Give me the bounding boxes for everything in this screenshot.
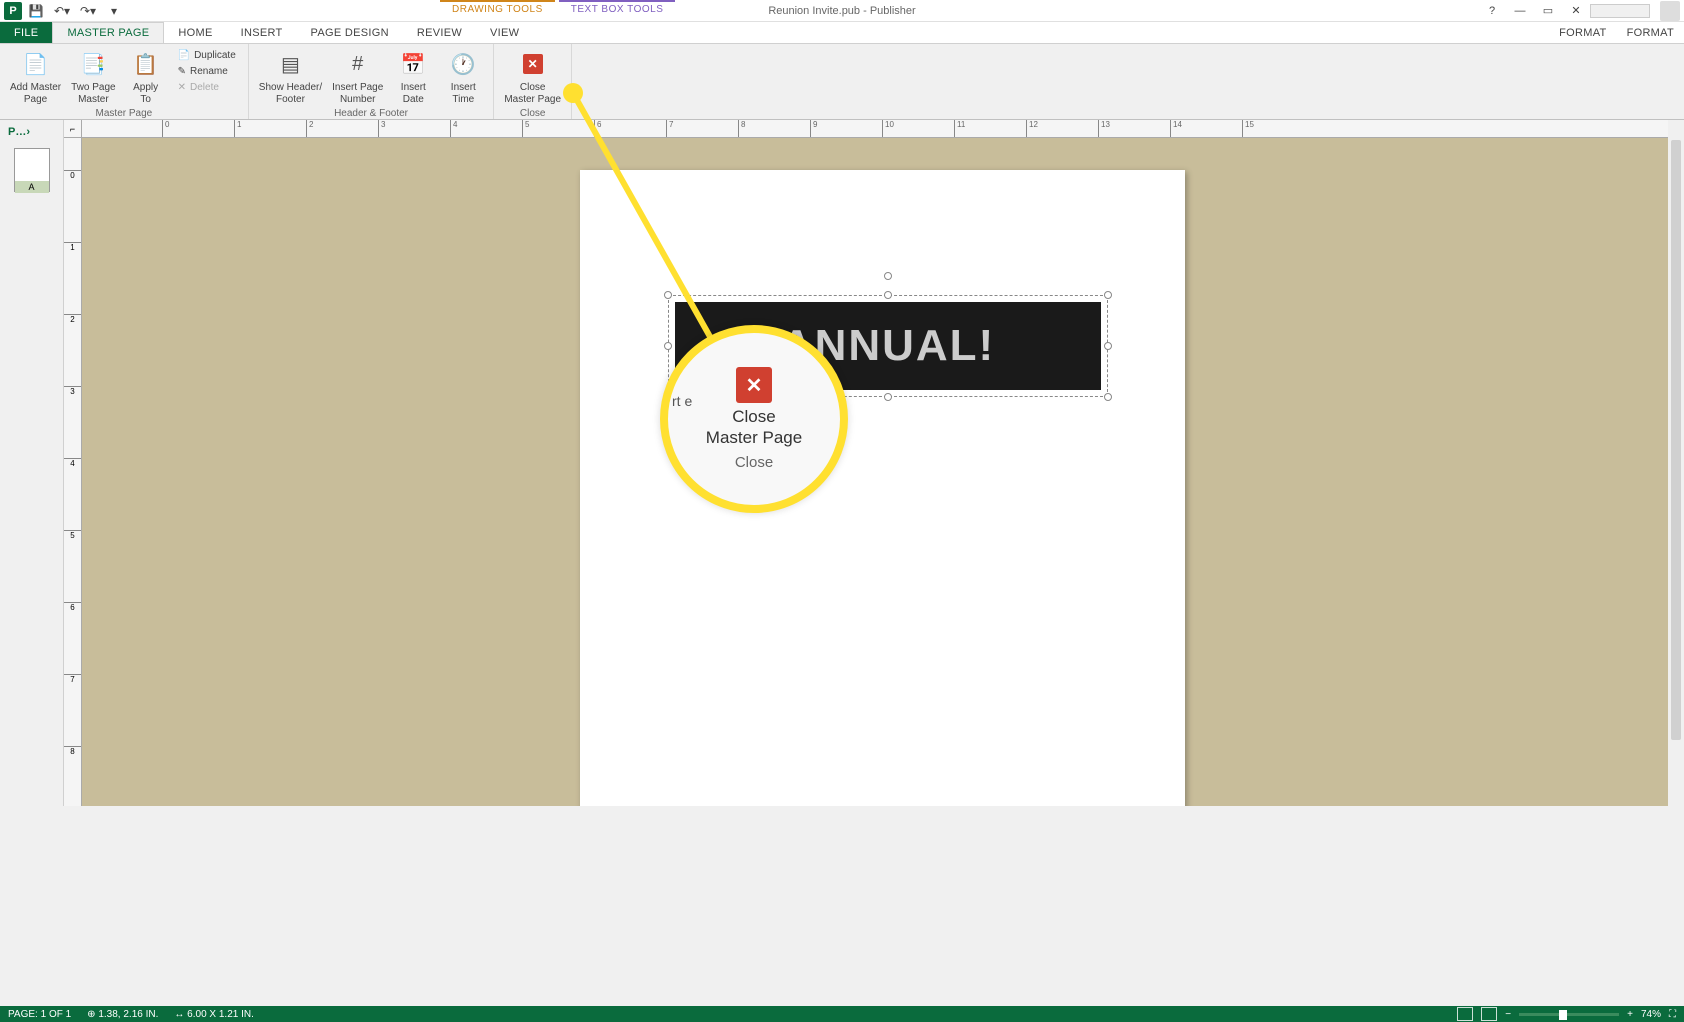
home-tab[interactable]: HOME (164, 22, 226, 43)
show-header-footer-button[interactable]: ▤ Show Header/ Footer (255, 46, 326, 108)
page[interactable]: ANNUAL! (580, 170, 1185, 955)
ribbon-group-header-footer: ▤ Show Header/ Footer # Insert Page Numb… (249, 44, 495, 119)
header-footer-icon: ▤ (274, 48, 306, 80)
ribbon-group-close: ✕ Close Master Page Close (494, 44, 572, 119)
callout-group-label: Close (735, 454, 773, 471)
resize-handle[interactable] (884, 291, 892, 299)
main-area: P… › A ⌐ 0123456789101112131415 01234567… (0, 120, 1684, 1006)
zoom-slider[interactable] (1519, 1013, 1619, 1016)
status-bar: PAGE: 1 OF 1 ⊕ 1.38, 2.16 IN. ↔ 6.00 X 1… (0, 1006, 1684, 1022)
page-design-tab[interactable]: PAGE DESIGN (297, 22, 403, 43)
vertical-ruler[interactable]: 012345678910 (64, 138, 82, 1006)
review-tab[interactable]: REVIEW (403, 22, 476, 43)
delete-button: ✕ Delete (174, 80, 240, 95)
close-window-button[interactable]: ✕ (1562, 1, 1590, 21)
horizontal-scrollbar[interactable] (64, 990, 1668, 1006)
callout-label: CloseMaster Page (706, 407, 802, 448)
rotate-handle[interactable] (884, 272, 892, 280)
redo-button[interactable]: ↷▾ (76, 1, 100, 21)
add-master-page-button[interactable]: 📄 Add Master Page (6, 46, 65, 108)
close-icon: ✕ (736, 367, 772, 403)
document-title: Reunion Invite.pub - Publisher (768, 5, 915, 17)
user-avatar[interactable] (1660, 1, 1680, 21)
status-position: ⊕ 1.38, 2.16 IN. (87, 1009, 158, 1020)
minimize-button[interactable]: — (1506, 1, 1534, 21)
thumbnail-label: A (15, 181, 49, 193)
file-tab[interactable]: FILE (0, 22, 52, 43)
master-page-tab[interactable]: MASTER PAGE (52, 22, 164, 43)
zoom-level[interactable]: 74% (1641, 1009, 1661, 1020)
duplicate-button[interactable]: 📄 Duplicate (174, 48, 240, 63)
page-icon: 📄 (20, 48, 52, 80)
resize-handle[interactable] (1104, 393, 1112, 401)
group-label-close: Close (500, 108, 565, 120)
insert-date-button[interactable]: 📅 Insert Date (389, 46, 437, 108)
apply-to-button[interactable]: 📋 Apply To (122, 46, 170, 108)
textbox-tools-tab[interactable]: TEXT BOX TOOLS (559, 0, 676, 17)
insert-page-number-button[interactable]: # Insert Page Number (328, 46, 387, 108)
ribbon-group-master-page: 📄 Add Master Page 📑 Two Page Master 📋 Ap… (0, 44, 249, 119)
app-icon: P (4, 2, 22, 20)
apply-icon: 📋 (130, 48, 162, 80)
view-tab[interactable]: VIEW (476, 22, 533, 43)
rename-button[interactable]: ✎ Rename (174, 64, 240, 79)
zoom-fit-button[interactable]: ⛶ (1669, 1009, 1676, 1020)
status-object-size: ↔ 6.00 X 1.21 IN. (174, 1009, 254, 1020)
vertical-scrollbar[interactable] (1668, 120, 1684, 990)
canvas-area[interactable]: ⌐ 0123456789101112131415 012345678910 AN… (64, 120, 1684, 1006)
maximize-button[interactable]: ▭ (1534, 1, 1562, 21)
nav-header[interactable]: P… › (4, 124, 59, 140)
titlebar: P 💾 ↶▾ ↷▾ ▾ DRAWING TOOLS TEXT BOX TOOLS… (0, 0, 1684, 22)
resize-handle[interactable] (664, 291, 672, 299)
format-textbox-tab[interactable]: FORMAT (1617, 22, 1684, 43)
format-drawing-tab[interactable]: FORMAT (1549, 22, 1616, 43)
view-two-page-icon[interactable] (1481, 1007, 1497, 1021)
zoom-out-button[interactable]: − (1505, 1009, 1511, 1020)
chevron-right-icon: › (26, 126, 30, 138)
page-navigation-panel: P… › A (0, 120, 64, 1006)
horizontal-ruler[interactable]: 0123456789101112131415 (82, 120, 1684, 138)
master-page-thumbnail[interactable]: A (14, 148, 50, 192)
resize-handle[interactable] (884, 393, 892, 401)
group-label-header-footer: Header & Footer (255, 108, 488, 120)
group-label-master-page: Master Page (6, 108, 242, 120)
callout-magnifier: rt e ✕ CloseMaster Page Close (660, 325, 848, 513)
resize-handle[interactable] (664, 342, 672, 350)
close-icon: ✕ (523, 54, 543, 74)
undo-button[interactable]: ↶▾ (50, 1, 74, 21)
status-page[interactable]: PAGE: 1 OF 1 (8, 1009, 71, 1020)
ruler-corner: ⌐ (64, 120, 82, 138)
ribbon: 📄 Add Master Page 📑 Two Page Master 📋 Ap… (0, 44, 1684, 120)
insert-tab[interactable]: INSERT (227, 22, 297, 43)
zoom-in-button[interactable]: + (1627, 1009, 1633, 1020)
help-button[interactable]: ? (1478, 1, 1506, 21)
ribbon-tabs: FILE MASTER PAGE HOME INSERT PAGE DESIGN… (0, 22, 1684, 44)
close-master-page-button[interactable]: ✕ Close Master Page (500, 46, 565, 108)
insert-time-button[interactable]: 🕐 Insert Time (439, 46, 487, 108)
resize-handle[interactable] (1104, 342, 1112, 350)
two-page-icon: 📑 (77, 48, 109, 80)
date-icon: 📅 (397, 48, 429, 80)
signin-area[interactable] (1590, 4, 1650, 18)
time-icon: 🕐 (447, 48, 479, 80)
two-page-master-button[interactable]: 📑 Two Page Master (67, 46, 119, 108)
resize-handle[interactable] (1104, 291, 1112, 299)
save-button[interactable]: 💾 (24, 1, 48, 21)
drawing-tools-tab[interactable]: DRAWING TOOLS (440, 0, 555, 17)
qat-customize[interactable]: ▾ (102, 1, 126, 21)
view-single-page-icon[interactable] (1457, 1007, 1473, 1021)
page-number-icon: # (342, 48, 374, 80)
callout-edge-text: rt e (672, 393, 692, 409)
